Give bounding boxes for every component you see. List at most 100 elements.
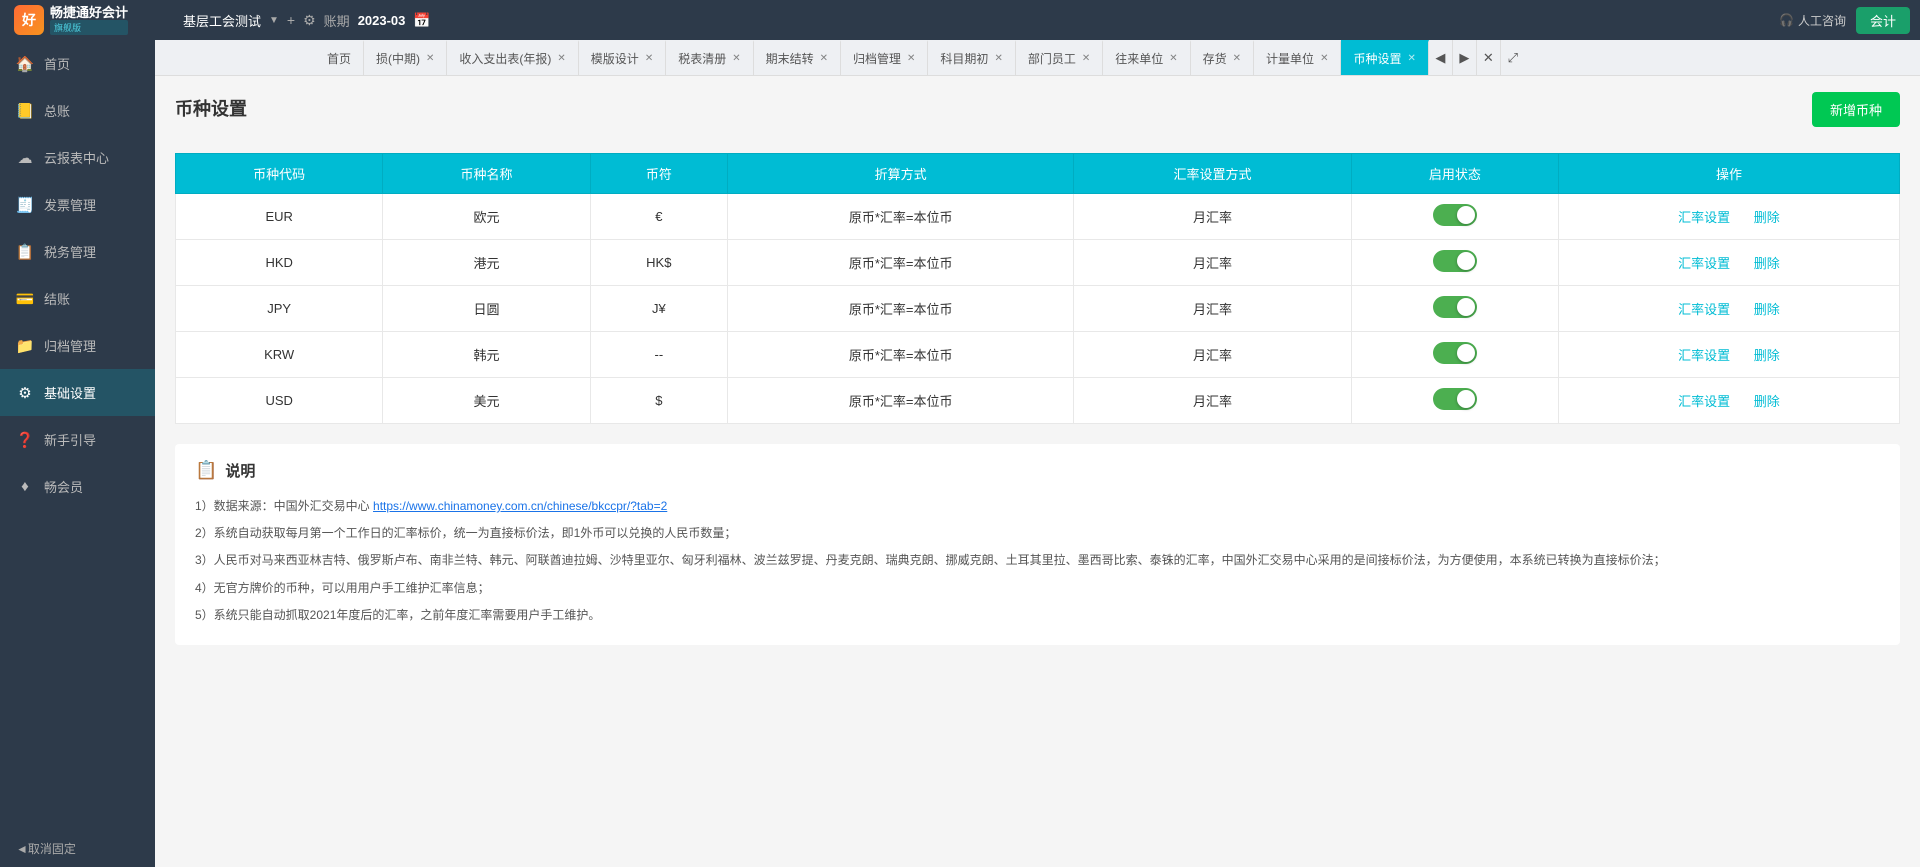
notes-link[interactable]: https://www.chinamoney.com.cn/chinese/bk…	[373, 499, 667, 513]
rate-setting-link-2[interactable]: 汇率设置	[1678, 302, 1730, 317]
cell-symbol-0: €	[590, 194, 727, 240]
toggle-track-4	[1433, 388, 1477, 410]
sidebar-item-member[interactable]: ♦ 畅会员	[0, 463, 155, 510]
tab-archive[interactable]: 归档管理 ✕	[841, 40, 928, 75]
delete-link-3[interactable]: 删除	[1754, 348, 1780, 363]
tab-loss[interactable]: 损(中期) ✕	[364, 40, 447, 75]
sidebar-item-checkout[interactable]: 💳 结账	[0, 275, 155, 322]
support-button[interactable]: 🎧 人工咨询	[1779, 12, 1846, 29]
tab-subject-close[interactable]: ✕	[994, 53, 1002, 64]
tab-contacts-label: 往来单位	[1115, 50, 1163, 67]
tab-inventory-label: 存货	[1203, 50, 1227, 67]
pin-toggle-button[interactable]: ◄取消固定	[0, 830, 155, 867]
tab-template-close[interactable]: ✕	[645, 53, 653, 64]
tab-contacts-close[interactable]: ✕	[1169, 53, 1177, 64]
logo-main-text: 畅捷通好会计	[50, 5, 128, 21]
tax-icon: 📋	[16, 243, 34, 261]
tab-unit[interactable]: 计量单位 ✕	[1254, 40, 1341, 75]
sidebar-item-guide[interactable]: ❓ 新手引导	[0, 416, 155, 463]
tab-tax-close[interactable]: ✕	[732, 53, 740, 64]
tab-template[interactable]: 模版设计 ✕	[579, 40, 666, 75]
cell-status-1[interactable]	[1351, 240, 1558, 286]
rate-setting-link-4[interactable]: 汇率设置	[1678, 394, 1730, 409]
tab-tax[interactable]: 税表清册 ✕	[666, 40, 753, 75]
top-mid: 基层工会测试 ▼ + ⚙ 账期 2023-03 📅	[173, 11, 1771, 30]
tab-subject[interactable]: 科目期初 ✕	[928, 40, 1015, 75]
sidebar-label-archive: 归档管理	[44, 336, 96, 355]
tab-dept-close[interactable]: ✕	[1082, 53, 1090, 64]
tab-prev-button[interactable]: ◀	[1429, 40, 1453, 75]
cell-rate-type-3: 月汇率	[1074, 332, 1351, 378]
col-action: 操作	[1558, 154, 1899, 194]
cell-status-3[interactable]	[1351, 332, 1558, 378]
tab-close-all-button[interactable]: ✕	[1477, 40, 1501, 75]
tab-loss-close[interactable]: ✕	[426, 53, 434, 64]
cell-code-1: HKD	[176, 240, 383, 286]
calendar-icon[interactable]: 📅	[413, 12, 430, 29]
settings-icon[interactable]: ⚙	[303, 12, 316, 29]
sidebar-item-settings[interactable]: ⚙ 基础设置	[0, 369, 155, 416]
toggle-1[interactable]	[1433, 250, 1477, 272]
cell-name-1: 港元	[383, 240, 590, 286]
toggle-thumb-2	[1457, 298, 1475, 316]
table-row: EUR 欧元 € 原币*汇率=本位币 月汇率 汇率设置 删除	[176, 194, 1900, 240]
rate-setting-link-0[interactable]: 汇率设置	[1678, 210, 1730, 225]
tab-archive-close[interactable]: ✕	[907, 53, 915, 64]
rate-setting-link-1[interactable]: 汇率设置	[1678, 256, 1730, 271]
toggle-2[interactable]	[1433, 296, 1477, 318]
cell-calc-3: 原币*汇率=本位币	[727, 332, 1073, 378]
cell-code-4: USD	[176, 378, 383, 424]
add-tab-button[interactable]: +	[287, 12, 295, 28]
sidebar-item-ledger[interactable]: 📒 总账	[0, 87, 155, 134]
col-status: 启用状态	[1351, 154, 1558, 194]
toggle-0[interactable]	[1433, 204, 1477, 226]
tab-unit-label: 计量单位	[1266, 50, 1314, 67]
cell-calc-4: 原币*汇率=本位币	[727, 378, 1073, 424]
toggle-3[interactable]	[1433, 342, 1477, 364]
tab-period-close[interactable]: ✕	[820, 53, 828, 64]
rate-setting-link-3[interactable]: 汇率设置	[1678, 348, 1730, 363]
notes-section: 📋 说明 1）数据来源：中国外汇交易中心 https://www.chinamo…	[175, 444, 1900, 645]
tab-income-close[interactable]: ✕	[557, 53, 565, 64]
cell-symbol-2: J¥	[590, 286, 727, 332]
toggle-thumb-3	[1457, 344, 1475, 362]
top-bar: 好 畅捷通好会计 旗舰版 基层工会测试 ▼ + ⚙ 账期 2023-03 📅 🎧…	[0, 0, 1920, 40]
cell-rate-type-0: 月汇率	[1074, 194, 1351, 240]
tab-currency-close[interactable]: ✕	[1407, 53, 1415, 64]
tab-next-button[interactable]: ▶	[1453, 40, 1477, 75]
cell-action-0: 汇率设置 删除	[1558, 194, 1899, 240]
table-row: JPY 日圆 J¥ 原币*汇率=本位币 月汇率 汇率设置 删除	[176, 286, 1900, 332]
sidebar-item-tax[interactable]: 📋 税务管理	[0, 228, 155, 275]
sidebar-item-home[interactable]: 🏠 首页	[0, 40, 155, 87]
company-dropdown-icon[interactable]: ▼	[269, 15, 279, 26]
cell-status-0[interactable]	[1351, 194, 1558, 240]
delete-link-0[interactable]: 删除	[1754, 210, 1780, 225]
accounting-button[interactable]: 会计	[1856, 7, 1910, 34]
tab-archive-label: 归档管理	[853, 50, 901, 67]
sidebar-item-reports[interactable]: ☁ 云报表中心	[0, 134, 155, 181]
sidebar-item-invoice[interactable]: 🧾 发票管理	[0, 181, 155, 228]
tab-contacts[interactable]: 往来单位 ✕	[1103, 40, 1190, 75]
sidebar-label-settings: 基础设置	[44, 383, 96, 402]
company-name[interactable]: 基层工会测试	[183, 11, 261, 30]
toggle-4[interactable]	[1433, 388, 1477, 410]
tab-currency[interactable]: 币种设置 ✕	[1341, 40, 1428, 75]
delete-link-2[interactable]: 删除	[1754, 302, 1780, 317]
delete-link-4[interactable]: 删除	[1754, 394, 1780, 409]
cell-status-4[interactable]	[1351, 378, 1558, 424]
cell-name-2: 日圆	[383, 286, 590, 332]
content-inner: 币种设置 新增币种 币种代码 币种名称 币符 折算方式 汇率设置方式 启用状态 …	[155, 76, 1920, 661]
cell-action-4: 汇率设置 删除	[1558, 378, 1899, 424]
tab-home[interactable]: 首页	[315, 40, 364, 75]
new-currency-button[interactable]: 新增币种	[1812, 92, 1900, 127]
sidebar-item-archive[interactable]: 📁 归档管理	[0, 322, 155, 369]
tab-dept[interactable]: 部门员工 ✕	[1016, 40, 1103, 75]
tab-income[interactable]: 收入支出表(年报) ✕	[447, 40, 578, 75]
cell-status-2[interactable]	[1351, 286, 1558, 332]
tab-period[interactable]: 期末结转 ✕	[754, 40, 841, 75]
delete-link-1[interactable]: 删除	[1754, 256, 1780, 271]
tab-inventory-close[interactable]: ✕	[1233, 53, 1241, 64]
tab-expand-button[interactable]: ⤢	[1501, 40, 1525, 75]
tab-inventory[interactable]: 存货 ✕	[1191, 40, 1254, 75]
tab-unit-close[interactable]: ✕	[1320, 53, 1328, 64]
